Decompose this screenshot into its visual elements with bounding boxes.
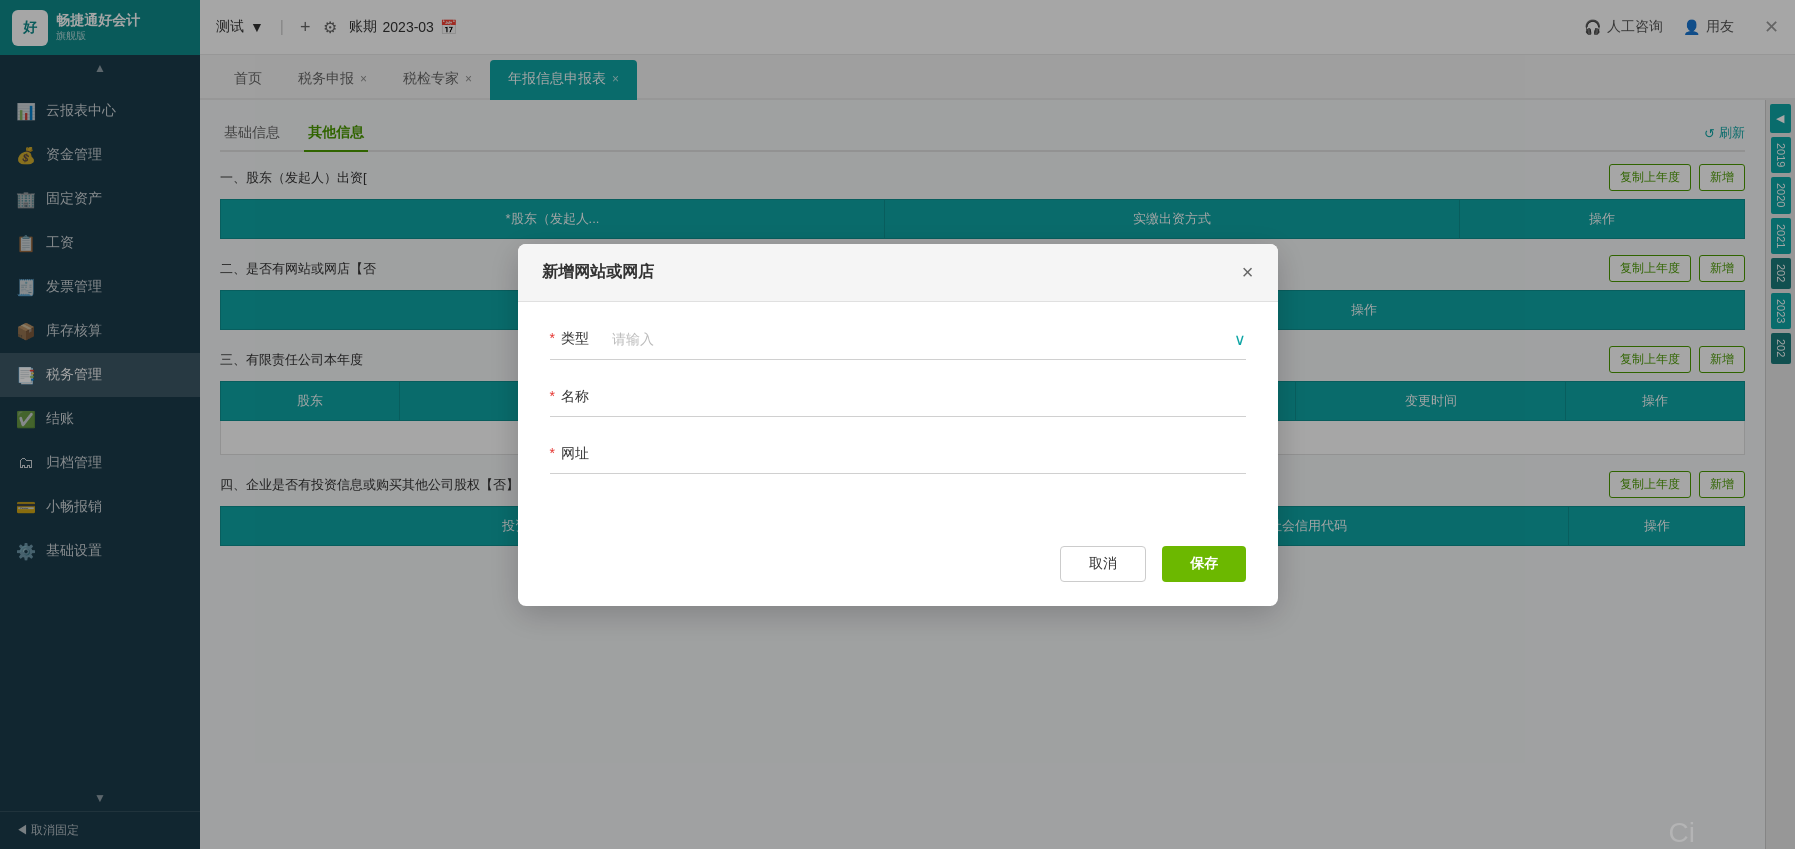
field-type-input[interactable] [612, 331, 1234, 347]
required-star-name: * [550, 388, 555, 404]
field-url-label: * 网址 [550, 445, 600, 463]
required-star-url: * [550, 445, 555, 461]
field-name-text: 名称 [561, 388, 589, 404]
required-star: * [550, 330, 555, 346]
field-type-label: * 类型 [550, 330, 600, 348]
form-field-type: * 类型 ∨ [550, 330, 1246, 360]
field-type-text: 类型 [561, 330, 589, 346]
field-type-dropdown[interactable]: ∨ [1234, 330, 1246, 349]
field-name-input[interactable] [612, 389, 1246, 405]
field-url-text: 网址 [561, 445, 589, 461]
dialog-add-website: 新增网站或网店 × * 类型 ∨ * 名称 [518, 244, 1278, 606]
modal-overlay[interactable]: 新增网站或网店 × * 类型 ∨ * 名称 [0, 0, 1795, 849]
form-field-url: * 网址 [550, 445, 1246, 474]
dialog-footer: 取消 保存 [518, 530, 1278, 606]
field-url-input[interactable] [612, 446, 1246, 462]
field-name-label: * 名称 [550, 388, 600, 406]
dialog-close-button[interactable]: × [1242, 262, 1254, 282]
save-button[interactable]: 保存 [1162, 546, 1246, 582]
cancel-button[interactable]: 取消 [1060, 546, 1146, 582]
dialog-title: 新增网站或网店 [542, 262, 654, 283]
dialog-body: * 类型 ∨ * 名称 * 网址 [518, 302, 1278, 530]
form-field-name: * 名称 [550, 388, 1246, 417]
dialog-header: 新增网站或网店 × [518, 244, 1278, 302]
